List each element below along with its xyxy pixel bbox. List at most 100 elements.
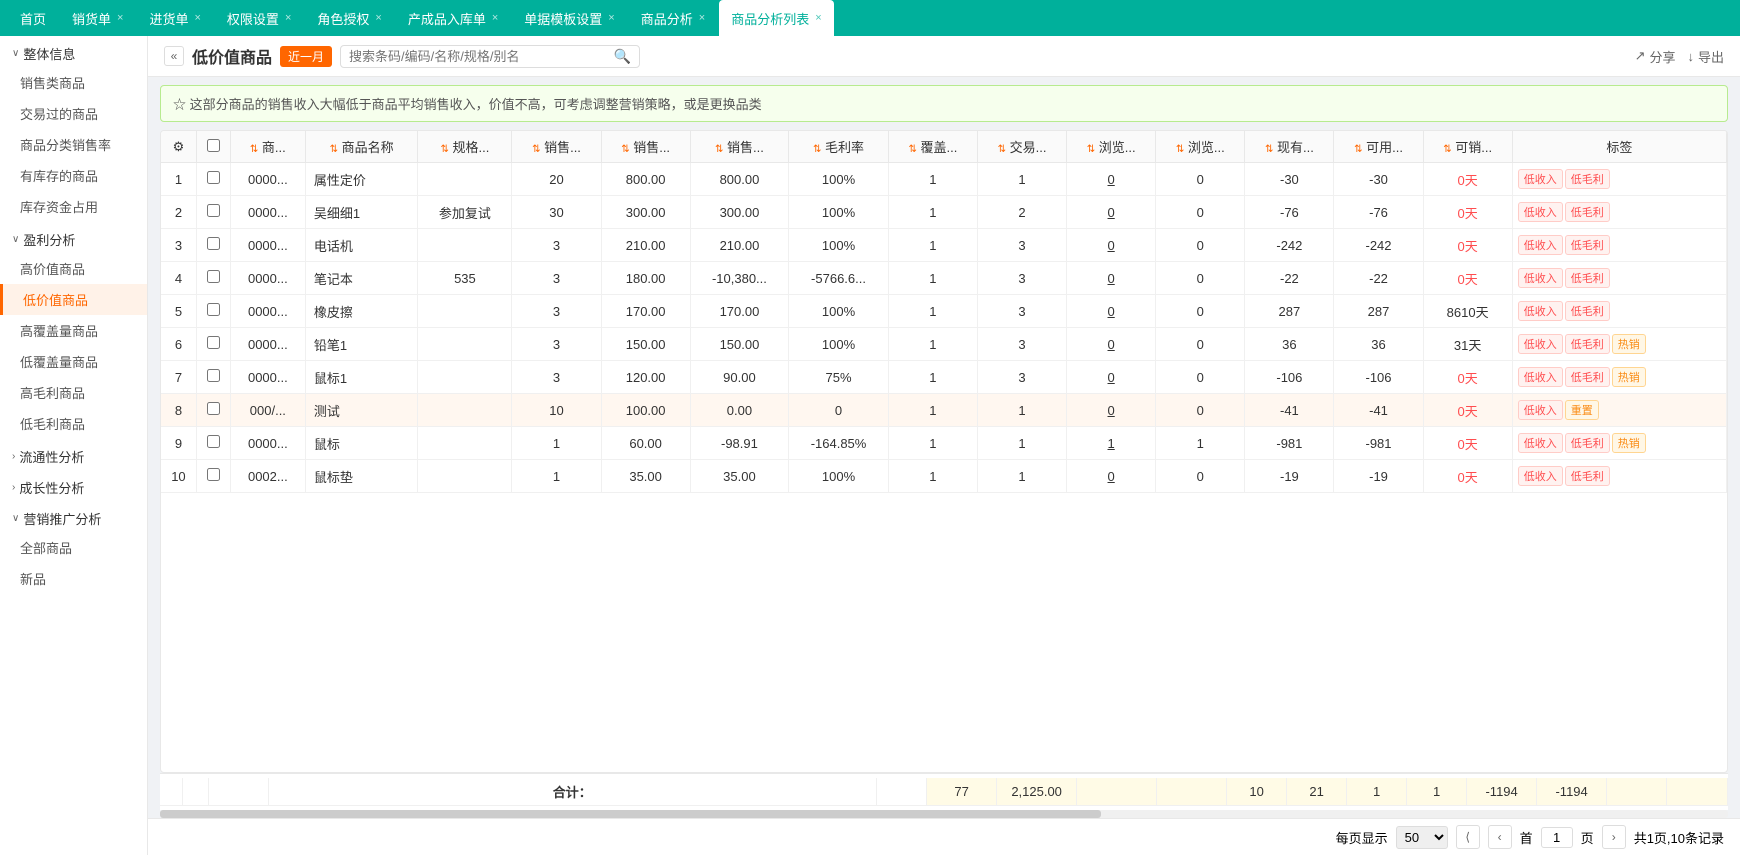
col-stock2[interactable]: ⇅ 可用...	[1334, 131, 1423, 163]
row-checkbox[interactable]	[207, 204, 220, 217]
col-sale2[interactable]: ⇅ 销售...	[601, 131, 690, 163]
view-link[interactable]: 0	[1108, 205, 1115, 220]
prev-page-button[interactable]: ‹	[1488, 825, 1512, 849]
col-view2[interactable]: ⇅ 浏览...	[1156, 131, 1245, 163]
col-sale3[interactable]: ⇅ 销售...	[690, 131, 789, 163]
sidebar-group-marketing[interactable]: ∨ 营销推广分析	[0, 501, 147, 532]
sidebar-item-all-goods[interactable]: 全部商品	[0, 532, 147, 563]
cell-checkbox[interactable]	[196, 328, 230, 361]
cell-checkbox[interactable]	[196, 361, 230, 394]
col-margin[interactable]: ⇅ 毛利率	[789, 131, 889, 163]
col-checkbox[interactable]	[196, 131, 230, 163]
view-link[interactable]: 1	[1108, 436, 1115, 451]
col-stock1[interactable]: ⇅ 现有...	[1245, 131, 1334, 163]
col-settings[interactable]: ⚙	[161, 131, 196, 163]
col-code[interactable]: ⇅ 商...	[230, 131, 305, 163]
col-cover[interactable]: ⇅ 覆盖...	[888, 131, 977, 163]
sidebar-item-low-coverage[interactable]: 低覆盖量商品	[0, 346, 147, 377]
sidebar-item-high-margin[interactable]: 高毛利商品	[0, 377, 147, 408]
view-link[interactable]: 0	[1108, 238, 1115, 253]
cell-checkbox[interactable]	[196, 163, 230, 196]
row-checkbox[interactable]	[207, 171, 220, 184]
sidebar-item-category-rate[interactable]: 商品分类销售率	[0, 129, 147, 160]
view-link[interactable]: 0	[1108, 469, 1115, 484]
row-checkbox[interactable]	[207, 402, 220, 415]
sidebar-item-low-margin[interactable]: 低毛利商品	[0, 408, 147, 439]
nav-tab-template[interactable]: 单据模板设置 ×	[512, 0, 626, 36]
sidebar-item-high-value[interactable]: 高价值商品	[0, 253, 147, 284]
per-page-select[interactable]: 50 100 200	[1396, 826, 1448, 849]
view-link[interactable]: 0	[1108, 370, 1115, 385]
cell-view1[interactable]: 0	[1067, 163, 1156, 196]
col-spec[interactable]: ⇅ 规格...	[418, 131, 512, 163]
view-link[interactable]: 0	[1108, 172, 1115, 187]
nav-tab-analysis[interactable]: 商品分析 ×	[629, 0, 717, 36]
sidebar-item-new-goods[interactable]: 新品	[0, 563, 147, 594]
cell-view1[interactable]: 0	[1067, 262, 1156, 295]
cell-view1[interactable]: 0	[1067, 328, 1156, 361]
cell-checkbox[interactable]	[196, 295, 230, 328]
sidebar-group-overview[interactable]: ∨ 整体信息	[0, 36, 147, 67]
row-checkbox[interactable]	[207, 435, 220, 448]
col-sale1[interactable]: ⇅ 销售...	[512, 131, 601, 163]
close-icon[interactable]: ×	[492, 12, 498, 24]
row-checkbox[interactable]	[207, 270, 220, 283]
cell-view1[interactable]: 0	[1067, 394, 1156, 427]
close-icon[interactable]: ×	[375, 12, 381, 24]
cell-checkbox[interactable]	[196, 427, 230, 460]
nav-tab-home[interactable]: 首页	[8, 0, 58, 36]
share-button[interactable]: ↗ 分享	[1635, 47, 1676, 66]
sidebar-item-stocked-goods[interactable]: 有库存的商品	[0, 160, 147, 191]
time-filter-button[interactable]: 近一月	[280, 46, 332, 67]
view-link[interactable]: 0	[1108, 271, 1115, 286]
cell-checkbox[interactable]	[196, 196, 230, 229]
page-number-input[interactable]	[1541, 827, 1573, 848]
sidebar-item-inventory-capital[interactable]: 库存资金占用	[0, 191, 147, 222]
first-page-button[interactable]: ⟨	[1456, 825, 1480, 849]
nav-tab-analysis-list[interactable]: 商品分析列表 ×	[719, 0, 833, 36]
cell-view1[interactable]: 0	[1067, 295, 1156, 328]
search-input[interactable]	[349, 49, 614, 64]
sidebar-group-growth[interactable]: › 成长性分析	[0, 470, 147, 501]
cell-view1[interactable]: 0	[1067, 460, 1156, 493]
cell-checkbox[interactable]	[196, 229, 230, 262]
close-icon[interactable]: ×	[117, 12, 123, 24]
col-name[interactable]: ⇅ 商品名称	[305, 131, 418, 163]
nav-tab-sales[interactable]: 销货单 ×	[60, 0, 135, 36]
view-link[interactable]: 0	[1108, 403, 1115, 418]
close-icon[interactable]: ×	[699, 12, 705, 24]
close-icon[interactable]: ×	[285, 12, 291, 24]
row-checkbox[interactable]	[207, 468, 220, 481]
row-checkbox[interactable]	[207, 303, 220, 316]
nav-tab-role[interactable]: 角色授权 ×	[305, 0, 393, 36]
sidebar-item-sales-goods[interactable]: 销售类商品	[0, 67, 147, 98]
cell-view1[interactable]: 1	[1067, 427, 1156, 460]
col-trade[interactable]: ⇅ 交易...	[977, 131, 1066, 163]
col-view1[interactable]: ⇅ 浏览...	[1067, 131, 1156, 163]
sidebar-item-high-coverage[interactable]: 高覆盖量商品	[0, 315, 147, 346]
nav-tab-product-in[interactable]: 产成品入库单 ×	[396, 0, 510, 36]
row-checkbox[interactable]	[207, 369, 220, 382]
view-link[interactable]: 0	[1108, 304, 1115, 319]
view-link[interactable]: 0	[1108, 337, 1115, 352]
cell-view1[interactable]: 0	[1067, 229, 1156, 262]
next-page-button[interactable]: ›	[1602, 825, 1626, 849]
collapse-button[interactable]: «	[164, 46, 184, 66]
select-all-checkbox[interactable]	[207, 139, 220, 152]
cell-view1[interactable]: 0	[1067, 361, 1156, 394]
cell-checkbox[interactable]	[196, 460, 230, 493]
nav-tab-permission[interactable]: 权限设置 ×	[215, 0, 303, 36]
close-icon[interactable]: ×	[815, 12, 821, 24]
close-icon[interactable]: ×	[194, 12, 200, 24]
data-table-wrapper[interactable]: ⚙ ⇅ 商... ⇅ 商品名称 ⇅ 规格... ⇅ 销售... ⇅ 销售... …	[160, 130, 1728, 773]
cell-checkbox[interactable]	[196, 262, 230, 295]
sidebar-group-profit[interactable]: ∨ 盈利分析	[0, 222, 147, 253]
sidebar-item-traded-goods[interactable]: 交易过的商品	[0, 98, 147, 129]
sidebar-item-low-value[interactable]: 低价值商品	[0, 284, 147, 315]
close-icon[interactable]: ×	[608, 12, 614, 24]
sidebar-group-circulation[interactable]: › 流通性分析	[0, 439, 147, 470]
cell-view1[interactable]: 0	[1067, 196, 1156, 229]
row-checkbox[interactable]	[207, 336, 220, 349]
export-button[interactable]: ↓ 导出	[1687, 47, 1724, 66]
cell-checkbox[interactable]	[196, 394, 230, 427]
